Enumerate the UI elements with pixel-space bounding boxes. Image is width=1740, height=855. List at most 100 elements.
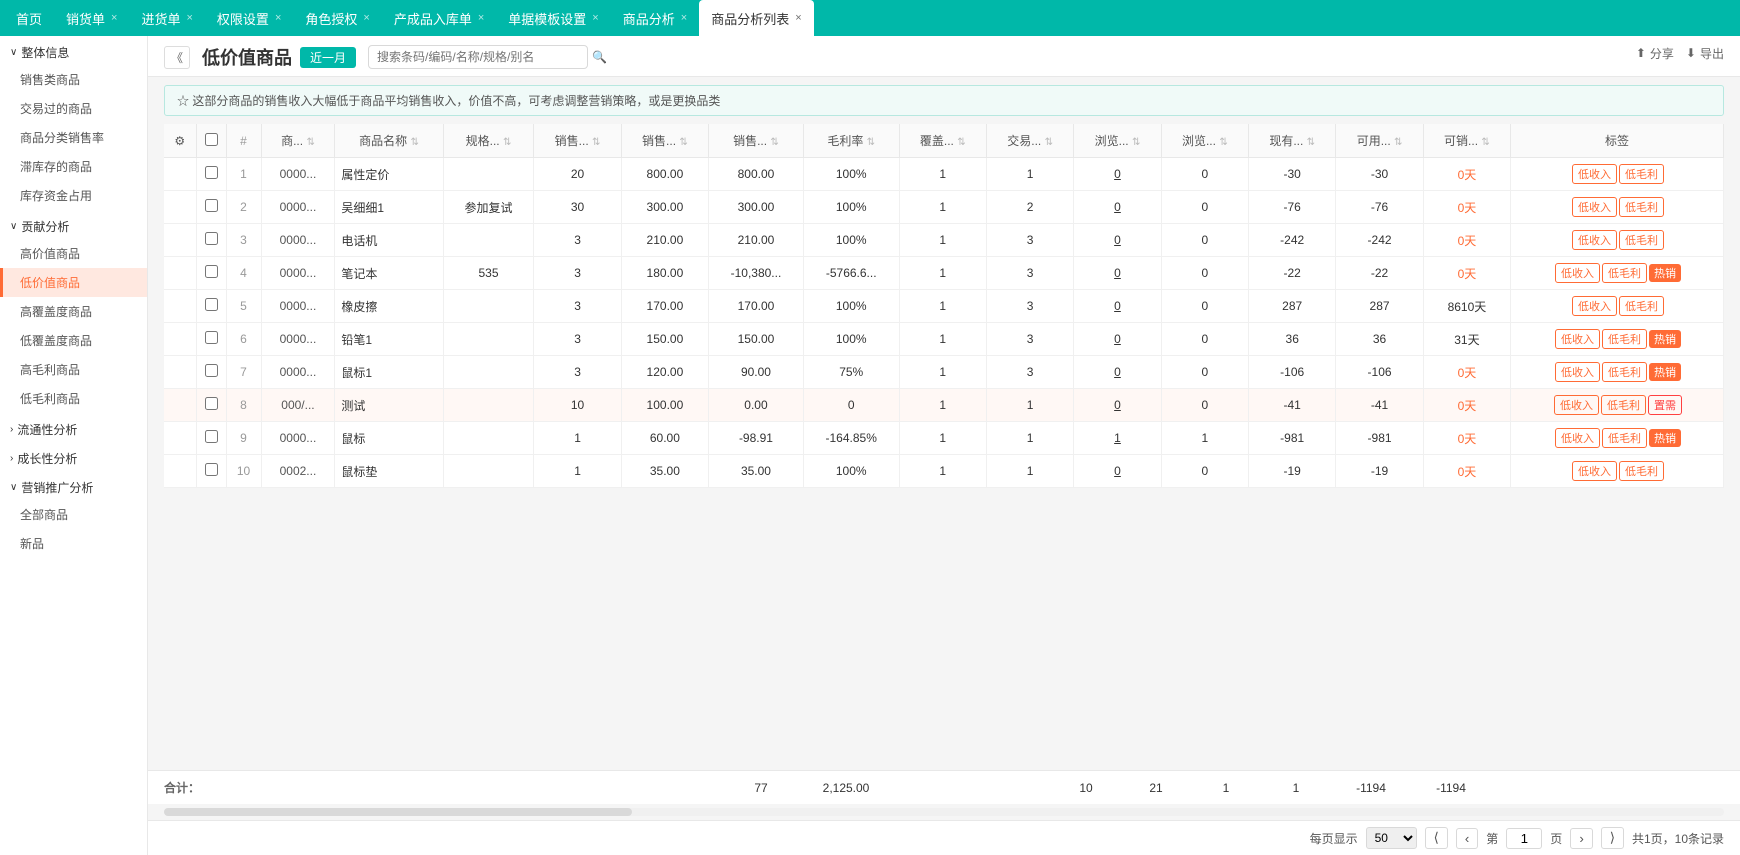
close-icon[interactable]: × [275,12,281,24]
nav-purchase[interactable]: 进货单 × [129,0,204,36]
last-page-button[interactable]: ⟩ [1601,827,1624,849]
browse-link[interactable]: 0 [1114,398,1121,412]
th-margin[interactable]: 毛利率 ⇅ [803,124,899,158]
td-checkbox[interactable] [196,356,226,389]
td-browse1[interactable]: 0 [1074,158,1161,191]
td-checkbox[interactable] [196,389,226,422]
row-checkbox[interactable] [205,265,218,278]
th-browse1[interactable]: 浏览... ⇅ [1074,124,1161,158]
search-input[interactable] [368,45,588,69]
td-browse1[interactable]: 0 [1074,323,1161,356]
close-icon[interactable]: × [681,12,687,24]
browse-link[interactable]: 0 [1114,365,1121,379]
prev-page-button[interactable]: ‹ [1456,828,1478,849]
close-icon[interactable]: × [795,12,801,24]
td-browse1[interactable]: 0 [1074,455,1161,488]
nav-analysis[interactable]: 商品分析 × [611,0,699,36]
th-sales2[interactable]: 销售... ⇅ [709,124,804,158]
sidebar-section-contribution[interactable]: ∨ 贡献分析 [0,210,147,239]
sidebar-section-marketing[interactable]: ∨ 营销推广分析 [0,471,147,500]
select-all-checkbox[interactable] [205,133,218,146]
sidebar-section-growth[interactable]: › 成长性分析 [0,442,147,471]
th-days[interactable]: 可销... ⇅ [1423,124,1510,158]
browse-link[interactable]: 0 [1114,464,1121,478]
td-browse1[interactable]: 0 [1074,389,1161,422]
td-browse1[interactable]: 0 [1074,191,1161,224]
share-button[interactable]: ⬆ 分享 [1636,45,1674,62]
nav-warehouse[interactable]: 产成品入库单 × [382,0,496,36]
th-gear[interactable]: ⚙ [164,124,196,158]
nav-analysis-list[interactable]: 商品分析列表 × [699,0,813,36]
th-avail[interactable]: 可用... ⇅ [1336,124,1423,158]
close-icon[interactable]: × [478,12,484,24]
td-checkbox[interactable] [196,422,226,455]
collapse-sidebar-button[interactable]: 《 [164,46,190,69]
horizontal-scrollbar[interactable] [164,808,1724,816]
td-browse1[interactable]: 1 [1074,422,1161,455]
row-checkbox[interactable] [205,232,218,245]
row-checkbox[interactable] [205,166,218,179]
browse-link[interactable]: 0 [1114,200,1121,214]
sidebar-item-slow-stock[interactable]: 滞库存的商品 [0,152,147,181]
sidebar-item-low-coverage[interactable]: 低覆盖度商品 [0,326,147,355]
close-icon[interactable]: × [363,12,369,24]
search-icon[interactable]: 🔍 [592,50,607,64]
th-spec[interactable]: 规格... ⇅ [443,124,534,158]
row-checkbox[interactable] [205,463,218,476]
row-checkbox[interactable] [205,430,218,443]
browse-link[interactable]: 0 [1114,233,1121,247]
td-checkbox[interactable] [196,290,226,323]
sidebar-item-traded-products[interactable]: 交易过的商品 [0,94,147,123]
browse-link[interactable]: 0 [1114,299,1121,313]
nav-home[interactable]: 首页 [4,0,54,36]
td-checkbox[interactable] [196,323,226,356]
sidebar-section-circulation[interactable]: › 流通性分析 [0,413,147,442]
th-name[interactable]: 商品名称 ⇅ [335,124,443,158]
sidebar-item-low-value[interactable]: 低价值商品 [0,268,147,297]
filter-period-button[interactable]: 近一月 [300,47,356,68]
td-checkbox[interactable] [196,224,226,257]
nav-permissions[interactable]: 权限设置 × [205,0,293,36]
sidebar-item-low-margin[interactable]: 低毛利商品 [0,384,147,413]
nav-roles[interactable]: 角色授权 × [293,0,381,36]
sidebar-item-high-margin[interactable]: 高毛利商品 [0,355,147,384]
scrollbar-thumb[interactable] [164,808,632,816]
td-browse1[interactable]: 0 [1074,224,1161,257]
first-page-button[interactable]: ⟨ [1425,827,1448,849]
per-page-select[interactable]: 50 100 200 [1366,827,1417,849]
td-checkbox[interactable] [196,257,226,290]
gear-icon[interactable]: ⚙ [174,134,185,148]
browse-link[interactable]: 0 [1114,266,1121,280]
sidebar-item-sales-products[interactable]: 销售类商品 [0,65,147,94]
th-stock[interactable]: 现有... ⇅ [1249,124,1336,158]
th-sales1[interactable]: 销售... ⇅ [621,124,708,158]
export-button[interactable]: ⬇ 导出 [1686,45,1724,62]
browse-link[interactable]: 0 [1114,167,1121,181]
td-browse1[interactable]: 0 [1074,257,1161,290]
row-checkbox[interactable] [205,298,218,311]
browse-link[interactable]: 0 [1114,332,1121,346]
next-page-button[interactable]: › [1570,828,1592,849]
close-icon[interactable]: × [592,12,598,24]
nav-sales[interactable]: 销货单 × [54,0,129,36]
th-trade[interactable]: 交易... ⇅ [986,124,1073,158]
row-checkbox[interactable] [205,199,218,212]
th-checkbox[interactable] [196,124,226,158]
sidebar-item-new-products[interactable]: 新品 [0,529,147,558]
row-checkbox[interactable] [205,364,218,377]
sidebar-item-high-value[interactable]: 高价值商品 [0,239,147,268]
page-number-input[interactable] [1506,828,1542,849]
td-checkbox[interactable] [196,191,226,224]
close-icon[interactable]: × [111,12,117,24]
row-checkbox[interactable] [205,397,218,410]
row-checkbox[interactable] [205,331,218,344]
sidebar-item-high-coverage[interactable]: 高覆盖度商品 [0,297,147,326]
sidebar-item-stock-fund[interactable]: 库存资金占用 [0,181,147,210]
th-browse2[interactable]: 浏览... ⇅ [1161,124,1248,158]
th-cover[interactable]: 覆盖... ⇅ [899,124,986,158]
td-checkbox[interactable] [196,455,226,488]
th-qty[interactable]: 销售... ⇅ [534,124,621,158]
nav-template[interactable]: 单据模板设置 × [496,0,610,36]
td-browse1[interactable]: 0 [1074,356,1161,389]
close-icon[interactable]: × [186,12,192,24]
